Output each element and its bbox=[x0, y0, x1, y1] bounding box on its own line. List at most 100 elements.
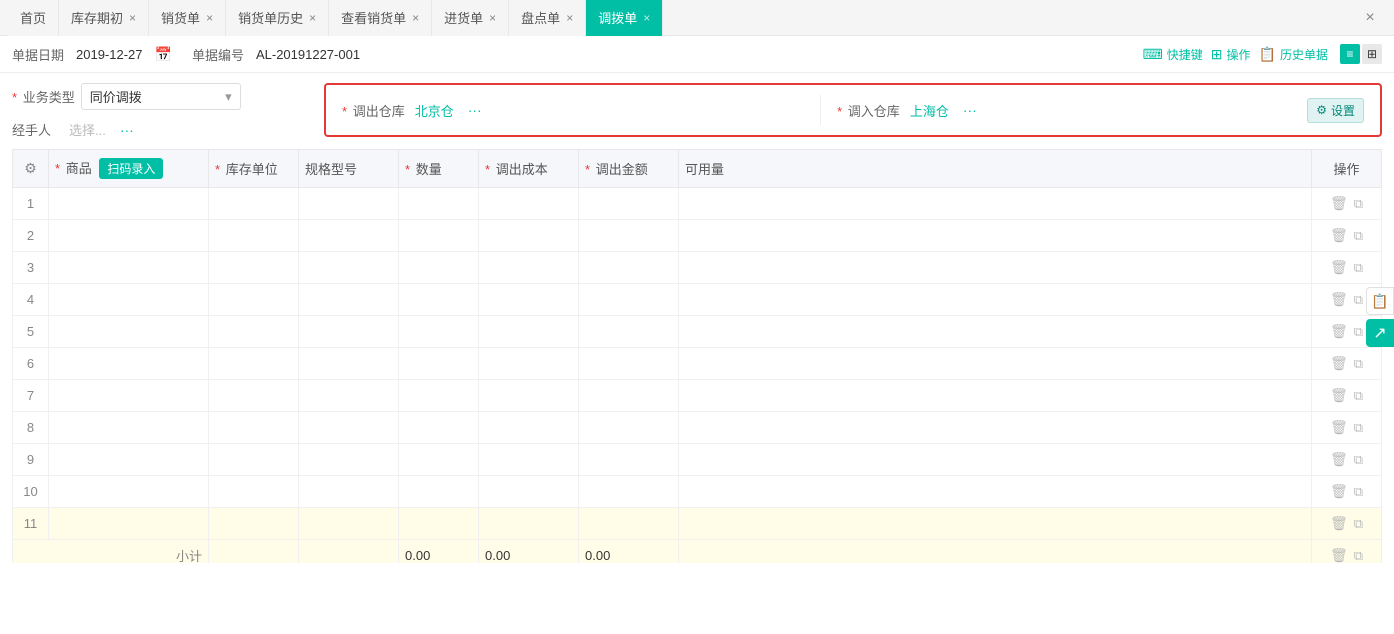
tab-sales-history-close[interactable]: × bbox=[309, 11, 316, 25]
row-9-product[interactable] bbox=[49, 444, 209, 476]
row-8-cost bbox=[479, 412, 579, 444]
subtotal-delete-icon[interactable]: 🗑 bbox=[1330, 547, 1348, 563]
row-4-qty bbox=[399, 284, 479, 316]
row-10-copy-icon[interactable]: ⧉ bbox=[1354, 484, 1363, 500]
row-11-delete-icon[interactable]: 🗑 bbox=[1330, 515, 1348, 532]
row-1-product[interactable] bbox=[49, 188, 209, 220]
person-label: 经手人 bbox=[12, 120, 51, 139]
tab-inventory-init-close[interactable]: × bbox=[129, 11, 136, 25]
col-actions-label: 操作 bbox=[1333, 162, 1359, 177]
scan-button[interactable]: 扫码录入 bbox=[99, 158, 163, 179]
row-1-cost bbox=[479, 188, 579, 220]
warehouse-out-group: * 调出仓库 北京仓 ··· bbox=[342, 101, 804, 120]
tab-stocktake-close[interactable]: × bbox=[566, 11, 573, 25]
row-5-copy-icon[interactable]: ⧉ bbox=[1354, 324, 1363, 340]
row-1-copy-icon[interactable]: ⧉ bbox=[1354, 196, 1363, 212]
side-export-button[interactable]: ↗ bbox=[1366, 319, 1394, 347]
subtotal-row: 小计 0.00 0.00 0.00 🗑 ⧉ bbox=[13, 540, 1382, 564]
row-3-copy-icon[interactable]: ⧉ bbox=[1354, 260, 1363, 276]
person-select[interactable]: 选择... bbox=[69, 120, 106, 139]
row-5-delete-icon[interactable]: 🗑 bbox=[1330, 323, 1348, 340]
row-10-actions: 🗑 ⧉ bbox=[1312, 476, 1382, 508]
row-3-delete-icon[interactable]: 🗑 bbox=[1330, 259, 1348, 276]
row-num-4: 4 bbox=[13, 284, 49, 316]
row-3-product[interactable] bbox=[49, 252, 209, 284]
row-7-copy-icon[interactable]: ⧉ bbox=[1354, 388, 1363, 404]
row-10-product[interactable] bbox=[49, 476, 209, 508]
view-list-icon: ≡ bbox=[1346, 47, 1353, 61]
row-8-qty bbox=[399, 412, 479, 444]
row-4-product[interactable] bbox=[49, 284, 209, 316]
window-close-button[interactable]: × bbox=[1354, 2, 1386, 34]
history-button[interactable]: 📋 历史单据 bbox=[1259, 46, 1328, 63]
row-9-delete-icon[interactable]: 🗑 bbox=[1330, 451, 1348, 468]
row-num-8: 8 bbox=[13, 412, 49, 444]
row-8-delete-icon[interactable]: 🗑 bbox=[1330, 419, 1348, 436]
tab-stocktake-label: 盘点单 bbox=[521, 8, 560, 27]
tab-sales-order-close[interactable]: × bbox=[206, 11, 213, 25]
tab-purchase-order[interactable]: 进货单 × bbox=[432, 0, 509, 36]
row-6-product[interactable] bbox=[49, 348, 209, 380]
row-1-delete-icon[interactable]: 🗑 bbox=[1330, 195, 1348, 212]
col-unit-label: 库存单位 bbox=[226, 162, 278, 177]
business-type-select[interactable]: 同价调拨 ▾ bbox=[81, 83, 241, 110]
calendar-icon[interactable]: 📅 bbox=[155, 46, 172, 63]
tab-bar: 首页 库存期初 × 销货单 × 销货单历史 × 查看销货单 × 进货单 × 盘点… bbox=[0, 0, 1394, 36]
row-num-6: 6 bbox=[13, 348, 49, 380]
row-2-product[interactable] bbox=[49, 220, 209, 252]
tab-stocktake[interactable]: 盘点单 × bbox=[509, 0, 586, 36]
row-6-copy-icon[interactable]: ⧉ bbox=[1354, 356, 1363, 372]
tab-transfer-close[interactable]: × bbox=[643, 11, 650, 25]
tab-view-sales[interactable]: 查看销货单 × bbox=[329, 0, 432, 36]
subtotal-amount: 0.00 bbox=[579, 540, 679, 564]
column-settings-icon[interactable]: ⚙ bbox=[24, 160, 37, 176]
warehouse-out-more-button[interactable]: ··· bbox=[468, 102, 482, 118]
tab-inventory-init[interactable]: 库存期初 × bbox=[59, 0, 149, 36]
col-actions: 操作 bbox=[1312, 150, 1382, 188]
table-row: 7 🗑 ⧉ bbox=[13, 380, 1382, 412]
row-5-product[interactable] bbox=[49, 316, 209, 348]
subtotal-copy-icon[interactable]: ⧉ bbox=[1354, 548, 1363, 564]
tab-sales-history[interactable]: 销货单历史 × bbox=[226, 0, 329, 36]
table-row: 8 🗑 ⧉ bbox=[13, 412, 1382, 444]
warehouse-in-more-button[interactable]: ··· bbox=[963, 102, 977, 118]
operation-button[interactable]: ⊞ 操作 bbox=[1211, 46, 1251, 63]
row-7-product[interactable] bbox=[49, 380, 209, 412]
row-11-product[interactable] bbox=[49, 508, 209, 540]
row-8-product[interactable] bbox=[49, 412, 209, 444]
shortcut-button[interactable]: ⌨ 快捷键 bbox=[1143, 46, 1203, 63]
col-amount: * 调出金额 bbox=[579, 150, 679, 188]
row-2-copy-icon[interactable]: ⧉ bbox=[1354, 228, 1363, 244]
tab-view-sales-close[interactable]: × bbox=[412, 11, 419, 25]
row-4-copy-icon[interactable]: ⧉ bbox=[1354, 292, 1363, 308]
tab-transfer[interactable]: 调拨单 × bbox=[586, 0, 663, 36]
row-num-3: 3 bbox=[13, 252, 49, 284]
row-9-copy-icon[interactable]: ⧉ bbox=[1354, 452, 1363, 468]
row-11-copy-icon[interactable]: ⧉ bbox=[1354, 516, 1363, 532]
row-2-cost bbox=[479, 220, 579, 252]
tab-view-sales-label: 查看销货单 bbox=[341, 8, 406, 27]
warehouse-out-label: * 调出仓库 bbox=[342, 101, 405, 120]
row-7-amount bbox=[579, 380, 679, 412]
row-7-cost bbox=[479, 380, 579, 412]
row-3-qty bbox=[399, 252, 479, 284]
warehouse-in-group: * 调入仓库 上海仓 ··· bbox=[837, 101, 1299, 120]
row-8-copy-icon[interactable]: ⧉ bbox=[1354, 420, 1363, 436]
person-more-button[interactable]: ··· bbox=[120, 122, 134, 138]
view-list-btn[interactable]: ≡ bbox=[1340, 44, 1360, 64]
row-10-delete-icon[interactable]: 🗑 bbox=[1330, 483, 1348, 500]
tab-purchase-order-close[interactable]: × bbox=[489, 11, 496, 25]
view-grid-btn[interactable]: ⊞ bbox=[1362, 44, 1382, 64]
tab-home[interactable]: 首页 bbox=[8, 0, 59, 36]
settings-button[interactable]: ⚙ 设置 bbox=[1307, 98, 1364, 123]
form-left: * 业务类型 同价调拨 ▾ 经手人 选择... ··· bbox=[12, 83, 312, 139]
side-note-button[interactable]: 📋 bbox=[1366, 287, 1394, 315]
row-4-delete-icon[interactable]: 🗑 bbox=[1330, 291, 1348, 308]
row-7-available bbox=[679, 380, 1312, 412]
row-7-delete-icon[interactable]: 🗑 bbox=[1330, 387, 1348, 404]
row-3-spec bbox=[299, 252, 399, 284]
row-6-delete-icon[interactable]: 🗑 bbox=[1330, 355, 1348, 372]
row-2-delete-icon[interactable]: 🗑 bbox=[1330, 227, 1348, 244]
toolbar-left: 单据日期 2019-12-27 📅 单据编号 AL-20191227-001 bbox=[12, 45, 360, 64]
tab-sales-order[interactable]: 销货单 × bbox=[149, 0, 226, 36]
